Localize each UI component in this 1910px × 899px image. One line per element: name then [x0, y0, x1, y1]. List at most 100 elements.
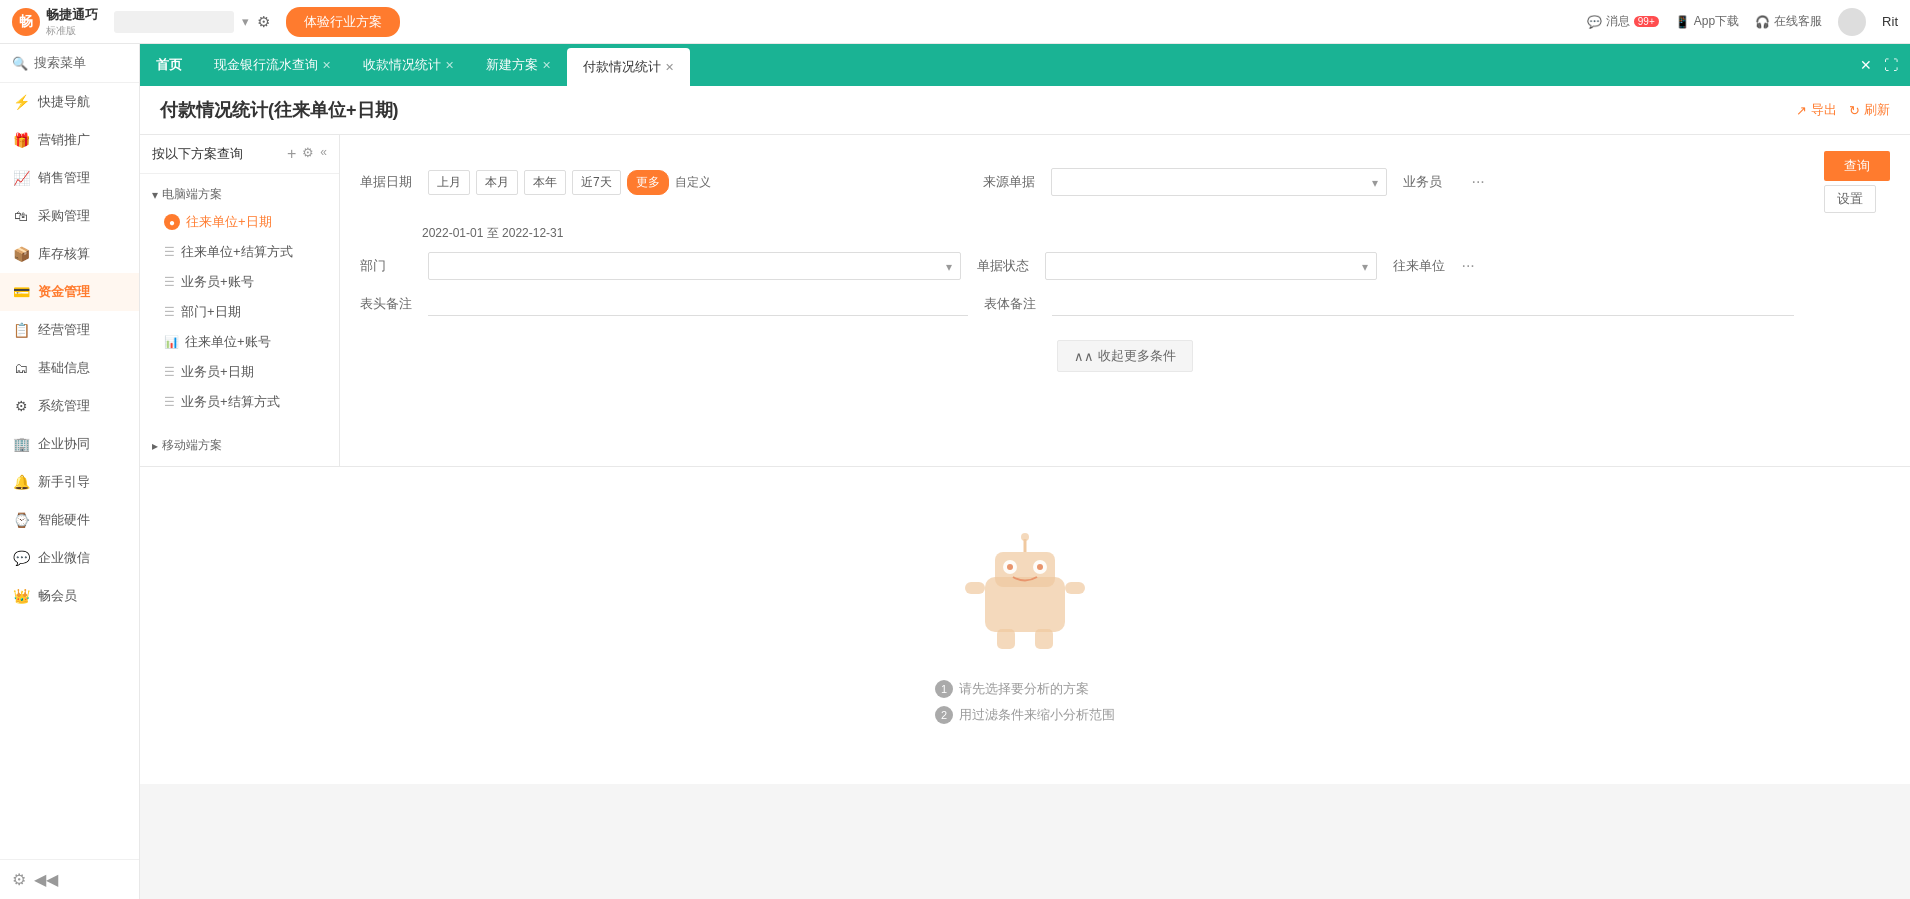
sidebar-item-guide[interactable]: 🔔 新手引导: [0, 463, 139, 501]
tab-home[interactable]: 首页: [140, 44, 198, 86]
group-expand-icon: ▾: [152, 188, 158, 202]
sidebar-item-purchase[interactable]: 🛍 采购管理: [0, 197, 139, 235]
export-btn[interactable]: ↗ 导出: [1796, 101, 1837, 119]
tab-receive[interactable]: 收款情况统计 ✕: [347, 44, 470, 86]
sidebar-item-cooperation[interactable]: 🏢 企业协同: [0, 425, 139, 463]
scheme-item-6[interactable]: ☰ 业务员+结算方式: [140, 387, 339, 417]
body-remark-input[interactable]: [1052, 292, 1794, 316]
settings-icon[interactable]: ⚙: [257, 13, 270, 31]
tab-new-plan[interactable]: 新建方案 ✕: [470, 44, 567, 86]
sidebar-item-sales[interactable]: 📈 销售管理: [0, 159, 139, 197]
gear-bottom-icon[interactable]: ⚙: [12, 870, 26, 889]
filter-row-remarks: 表头备注 表体备注: [360, 292, 1890, 316]
header-remark-input[interactable]: [428, 292, 968, 316]
dept-select[interactable]: [428, 252, 961, 280]
robot-svg: [955, 527, 1095, 657]
tab-bar: 首页 现金银行流水查询 ✕ 收款情况统计 ✕ 新建方案 ✕ 付款情况统计 ✕ ✕…: [140, 44, 1910, 86]
svg-rect-9: [1035, 629, 1053, 649]
sidebar-item-hardware[interactable]: ⌚ 智能硬件: [0, 501, 139, 539]
hardware-icon: ⌚: [12, 511, 30, 529]
scheme-group-desktop-title[interactable]: ▾ 电脑端方案: [140, 182, 339, 207]
scheme-item-2[interactable]: ☰ 业务员+账号: [140, 267, 339, 297]
system-icon: ⚙: [12, 397, 30, 415]
filter-group-header-remark: 表头备注: [360, 292, 968, 316]
user-name: Rit: [1882, 14, 1898, 29]
sidebar-item-inventory[interactable]: 📦 库存核算: [0, 235, 139, 273]
scheme-group-mobile-title[interactable]: ▸ 移动端方案: [140, 433, 339, 458]
tab-bank[interactable]: 现金银行流水查询 ✕: [198, 44, 347, 86]
date-btn-this-month[interactable]: 本月: [476, 170, 518, 195]
sidebar-item-wechat[interactable]: 💬 企业微信: [0, 539, 139, 577]
scheme-item-0[interactable]: ● 往来单位+日期: [140, 207, 339, 237]
partner-dots[interactable]: ···: [1461, 257, 1474, 275]
collapse-sidebar-icon[interactable]: ◀◀: [34, 870, 58, 889]
scheme-icon-3: ☰: [164, 305, 175, 319]
date-btn-more[interactable]: 更多: [627, 170, 669, 195]
salesman-dots[interactable]: ···: [1471, 173, 1484, 191]
top-bar-right: 💬 消息 99+ 📱 App下载 🎧 在线客服 Rit: [1587, 8, 1898, 36]
settings-btn[interactable]: 设置: [1824, 185, 1876, 213]
tab-new-plan-close[interactable]: ✕: [542, 59, 551, 72]
page-header: 付款情况统计(往来单位+日期) ↗ 导出 ↻ 刷新: [140, 86, 1910, 135]
sidebar-item-basic[interactable]: 🗂 基础信息: [0, 349, 139, 387]
tab-receive-close[interactable]: ✕: [445, 59, 454, 72]
query-btn[interactable]: 查询: [1824, 151, 1890, 181]
date-btn-last-month[interactable]: 上月: [428, 170, 470, 195]
scheme-item-5[interactable]: ☰ 业务员+日期: [140, 357, 339, 387]
tab-payment[interactable]: 付款情况统计 ✕: [567, 48, 690, 86]
scheme-item-4[interactable]: 📊 往来单位+账号: [140, 327, 339, 357]
tab-bank-close[interactable]: ✕: [322, 59, 331, 72]
dept-chevron-icon: [946, 259, 952, 274]
filter-dates: 上月 本月 本年 近7天 更多 自定义: [428, 170, 711, 195]
filter-row-1: 单据日期 上月 本月 本年 近7天 更多 自定义 来源单据: [360, 151, 1890, 213]
filter-group-docstatus: 单据状态: [977, 252, 1378, 280]
scheme-item-1[interactable]: ☰ 往来单位+结算方式: [140, 237, 339, 267]
sidebar-item-quick-nav[interactable]: ⚡ 快捷导航: [0, 83, 139, 121]
source-select[interactable]: [1051, 168, 1388, 196]
tab-close-all-icon[interactable]: ✕: [1856, 53, 1876, 77]
scheme-panel-header: 按以下方案查询 + ⚙ «: [140, 135, 339, 174]
collapse-panel-icon[interactable]: «: [320, 145, 327, 163]
trial-button[interactable]: 体验行业方案: [286, 7, 400, 37]
date-btn-this-year[interactable]: 本年: [524, 170, 566, 195]
svg-point-4: [1007, 564, 1013, 570]
inventory-icon: 📦: [12, 245, 30, 263]
sidebar-item-finance[interactable]: 💳 资金管理: [0, 273, 139, 311]
scheme-settings-icon[interactable]: ⚙: [302, 145, 314, 163]
online-service-btn[interactable]: 🎧 在线客服: [1755, 13, 1822, 30]
marketing-icon: 🎁: [12, 131, 30, 149]
tab-bar-actions: ✕ ⛶: [1848, 44, 1910, 86]
notification-btn[interactable]: 💬 消息 99+: [1587, 13, 1659, 30]
mobile-group-expand-icon: ▸: [152, 439, 158, 453]
purchase-icon: 🛍: [12, 207, 30, 225]
body-remark-label: 表体备注: [984, 295, 1044, 313]
quick-nav-icon: ⚡: [12, 93, 30, 111]
docstatus-chevron-icon: [1362, 259, 1368, 274]
date-btn-7days[interactable]: 近7天: [572, 170, 621, 195]
collapse-icon: ∧∧: [1074, 349, 1094, 364]
sidebar-item-member[interactable]: 👑 畅会员: [0, 577, 139, 615]
user-avatar[interactable]: [1838, 8, 1866, 36]
scheme-group-mobile: ▸ 移动端方案: [140, 425, 339, 466]
custom-label: 自定义: [675, 174, 711, 191]
scheme-item-3[interactable]: ☰ 部门+日期: [140, 297, 339, 327]
tab-payment-close[interactable]: ✕: [665, 61, 674, 74]
tab-maximize-icon[interactable]: ⛶: [1880, 53, 1902, 77]
export-icon: ↗: [1796, 103, 1807, 118]
hint-num-1: 1: [935, 680, 953, 698]
refresh-btn[interactable]: ↻ 刷新: [1849, 101, 1890, 119]
page-actions: ↗ 导出 ↻ 刷新: [1796, 101, 1890, 119]
collapse-btn[interactable]: ∧∧ 收起更多条件: [1057, 340, 1193, 372]
add-scheme-btn[interactable]: +: [287, 145, 296, 163]
filter-group-body-remark: 表体备注: [984, 292, 1794, 316]
docstatus-select[interactable]: [1045, 252, 1378, 280]
wechat-icon: 💬: [12, 549, 30, 567]
date-range-display: 2022-01-01 至 2022-12-31: [360, 225, 1890, 242]
search-menu-btn[interactable]: 🔍 搜索菜单: [0, 44, 139, 83]
sidebar-item-operations[interactable]: 📋 经营管理: [0, 311, 139, 349]
app-download-btn[interactable]: 📱 App下载: [1675, 13, 1739, 30]
svg-rect-8: [997, 629, 1015, 649]
sidebar-item-marketing[interactable]: 🎁 营销推广: [0, 121, 139, 159]
chevron-down-icon[interactable]: ▾: [242, 14, 249, 29]
sidebar-item-system[interactable]: ⚙ 系统管理: [0, 387, 139, 425]
